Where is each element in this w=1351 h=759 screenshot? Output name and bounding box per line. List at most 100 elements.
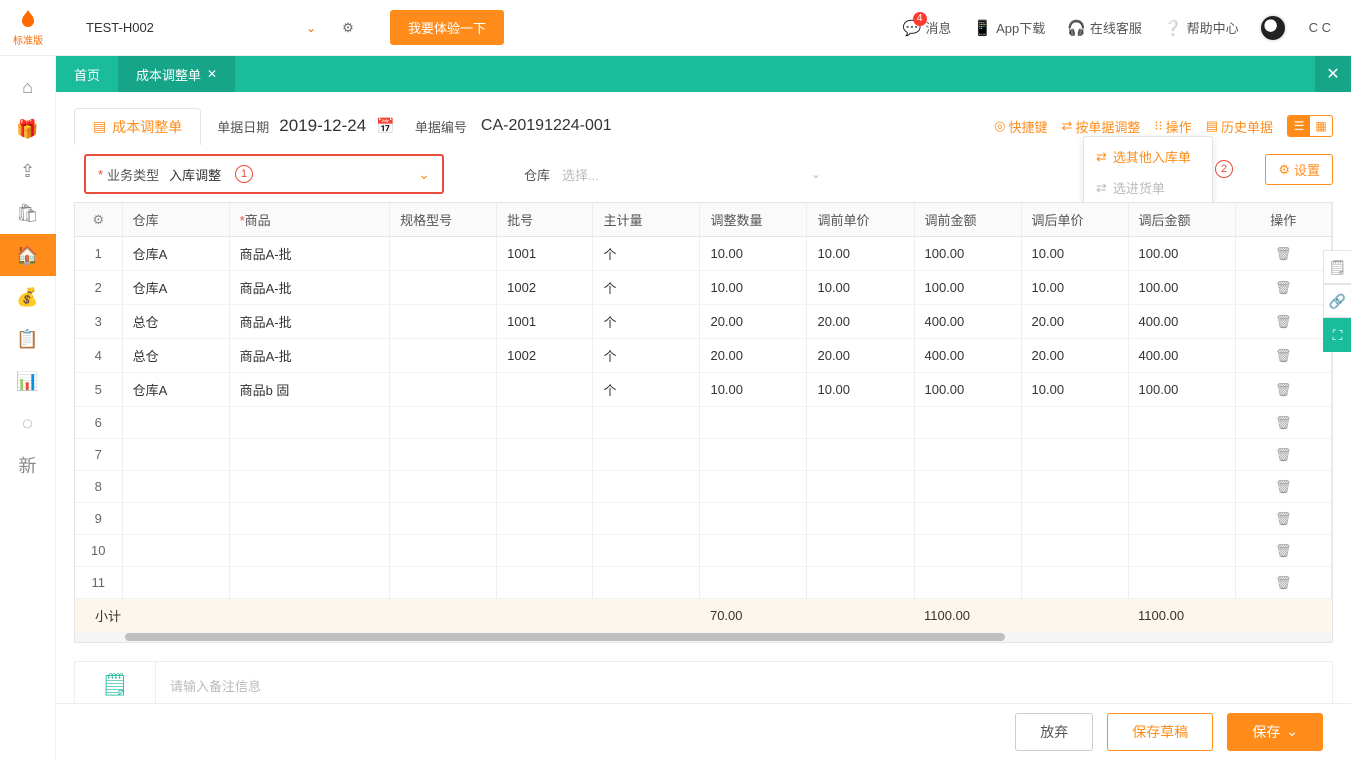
- col-pre-price: 调前单价: [807, 203, 914, 237]
- delete-row-button[interactable]: 🗑: [1235, 503, 1331, 535]
- trial-button[interactable]: 我要体验一下: [390, 10, 504, 45]
- user-name[interactable]: C C: [1309, 20, 1331, 35]
- history-action[interactable]: ▤ 历史单据: [1206, 117, 1273, 136]
- delete-row-button[interactable]: 🗑: [1235, 535, 1331, 567]
- flame-icon: [14, 8, 42, 32]
- tab-cost-adjust[interactable]: 成本调整单✕: [118, 56, 235, 92]
- company-select[interactable]: TEST-H002 ⌄: [76, 12, 326, 44]
- help-center-link[interactable]: ❔ 帮助中心: [1164, 18, 1239, 37]
- num-label: 单据编号: [415, 117, 467, 136]
- select-other-inbound[interactable]: ⇄ 选其他入库单: [1084, 141, 1212, 172]
- app-download-link[interactable]: 📱 App下载: [973, 18, 1045, 37]
- row-settings-header[interactable]: ⚙: [75, 203, 122, 237]
- nav-up[interactable]: ⇪: [0, 150, 56, 192]
- delete-row-button[interactable]: 🗑: [1235, 373, 1331, 407]
- nav-home[interactable]: ⌂: [0, 66, 56, 108]
- messages-link[interactable]: 💬 4 消息: [903, 18, 952, 37]
- table-row[interactable]: 7🗑: [75, 439, 1332, 471]
- delete-row-button[interactable]: 🗑: [1235, 271, 1331, 305]
- customer-service-link[interactable]: 🎧 在线客服: [1067, 18, 1142, 37]
- float-buttons: 🗒 🔗 ⛶: [1323, 250, 1351, 352]
- nav-report[interactable]: 📊: [0, 360, 56, 402]
- warehouse-placeholder: 选择...: [562, 165, 599, 184]
- subtotal-post-amt: 1100.00: [1128, 599, 1235, 633]
- date-label: 单据日期: [217, 117, 269, 136]
- footer-actions: 放弃 保存草稿 保存⌄: [56, 703, 1351, 759]
- float-expand[interactable]: ⛶: [1323, 318, 1351, 352]
- float-link[interactable]: 🔗: [1323, 284, 1351, 318]
- hotkey-action[interactable]: ◎ 快捷键: [994, 117, 1047, 136]
- data-table: ⚙ 仓库 *商品 规格型号 批号 主计量 调整数量 调前单价 调前金额 调后单价…: [74, 202, 1333, 643]
- table-row[interactable]: 4总仓商品A-批1002个20.0020.00400.0020.00400.00…: [75, 339, 1332, 373]
- tab-bar: 首页 成本调整单✕ ✕: [56, 56, 1351, 92]
- message-badge: 4: [913, 12, 927, 26]
- gear-icon: ⚙: [1278, 162, 1290, 178]
- annotation-2: 2: [1215, 160, 1233, 178]
- settings-gear[interactable]: ⚙: [336, 16, 360, 40]
- doc-actions: ◎ 快捷键 ⇄ 按单据调整 ⁝⁝ 操作 ▤ 历史单据 ☰ ▦: [994, 115, 1333, 137]
- doc-icon: ▤: [93, 118, 106, 135]
- nav-warehouse[interactable]: 🏠: [0, 234, 56, 276]
- nav-circle[interactable]: ◌: [0, 402, 56, 444]
- nav-money[interactable]: 💰: [0, 276, 56, 318]
- close-all-tabs[interactable]: ✕: [1315, 56, 1351, 92]
- table-row[interactable]: 8🗑: [75, 471, 1332, 503]
- doc-tab[interactable]: ▤ 成本调整单: [74, 108, 201, 145]
- float-note[interactable]: 🗒: [1323, 250, 1351, 284]
- date-value[interactable]: 2019-12-24: [279, 116, 366, 136]
- grid-view-toggle[interactable]: ▦: [1310, 116, 1332, 136]
- close-icon[interactable]: ✕: [207, 67, 217, 81]
- nav-doc[interactable]: 📋: [0, 318, 56, 360]
- avatar[interactable]: [1259, 14, 1287, 42]
- table-row[interactable]: 2仓库A商品A-批1002个10.0010.00100.0010.00100.0…: [75, 271, 1332, 305]
- tab-home[interactable]: 首页: [56, 56, 118, 92]
- calendar-icon[interactable]: 📅: [376, 117, 395, 135]
- table-row[interactable]: 10🗑: [75, 535, 1332, 567]
- column-settings-button[interactable]: ⚙设置: [1265, 154, 1333, 185]
- delete-row-button[interactable]: 🗑: [1235, 471, 1331, 503]
- col-spec: 规格型号: [390, 203, 497, 237]
- cs-label: 在线客服: [1090, 18, 1142, 37]
- view-toggle: ☰ ▦: [1287, 115, 1333, 137]
- nav-gift[interactable]: 🎁: [0, 108, 56, 150]
- delete-row-button[interactable]: 🗑: [1235, 439, 1331, 471]
- table-row[interactable]: 9🗑: [75, 503, 1332, 535]
- table-row[interactable]: 11🗑: [75, 567, 1332, 599]
- save-draft-button[interactable]: 保存草稿: [1107, 713, 1213, 751]
- messages-label: 消息: [925, 18, 951, 37]
- table-row[interactable]: 1仓库A商品A-批1001个10.0010.00100.0010.00100.0…: [75, 237, 1332, 271]
- nav-new[interactable]: 新: [0, 444, 56, 486]
- col-unit: 主计量: [593, 203, 700, 237]
- save-button[interactable]: 保存⌄: [1227, 713, 1323, 751]
- col-op: 操作: [1235, 203, 1331, 237]
- warehouse-select[interactable]: 仓库 选择... ⌄: [524, 165, 821, 184]
- delete-row-button[interactable]: 🗑: [1235, 305, 1331, 339]
- delete-row-button[interactable]: 🗑: [1235, 339, 1331, 373]
- subtotal-row: 小计 70.00 1100.00 1100.00: [75, 599, 1332, 633]
- left-nav: ⌂ 🎁 ⇪ 🛍 🏠 💰 📋 📊 ◌ 新: [0, 56, 56, 759]
- num-value: CA-20191224-001: [481, 117, 612, 135]
- chevron-down-icon: ⌄: [418, 166, 430, 183]
- by-doc-action[interactable]: ⇄ 按单据调整: [1061, 117, 1140, 136]
- app-label: App下载: [996, 18, 1045, 37]
- help-icon: ❔: [1164, 19, 1183, 37]
- delete-row-button[interactable]: 🗑: [1235, 567, 1331, 599]
- chevron-down-icon: ⌄: [1286, 723, 1298, 740]
- delete-row-button[interactable]: 🗑: [1235, 237, 1331, 271]
- table-row[interactable]: 6🗑: [75, 407, 1332, 439]
- nav-bag[interactable]: 🛍: [0, 192, 56, 234]
- operation-action[interactable]: ⁝⁝ 操作: [1154, 117, 1191, 136]
- horizontal-scrollbar[interactable]: [75, 632, 1332, 642]
- chevron-down-icon: ⌄: [306, 21, 316, 35]
- col-qty: 调整数量: [700, 203, 807, 237]
- col-product: *商品: [229, 203, 390, 237]
- discard-button[interactable]: 放弃: [1015, 713, 1093, 751]
- note-icon: 🗒: [101, 672, 129, 698]
- table-row[interactable]: 5仓库A商品b 固个10.0010.00100.0010.00100.00🗑: [75, 373, 1332, 407]
- doc-meta: 单据日期 2019-12-24 📅 单据编号 CA-20191224-001: [217, 116, 611, 136]
- business-type-select[interactable]: * 业务类型 入库调整 1 ⌄: [84, 154, 444, 194]
- delete-row-button[interactable]: 🗑: [1235, 407, 1331, 439]
- chevron-down-icon: ⌄: [811, 167, 821, 181]
- table-row[interactable]: 3总仓商品A-批1001个20.0020.00400.0020.00400.00…: [75, 305, 1332, 339]
- list-view-toggle[interactable]: ☰: [1288, 116, 1310, 136]
